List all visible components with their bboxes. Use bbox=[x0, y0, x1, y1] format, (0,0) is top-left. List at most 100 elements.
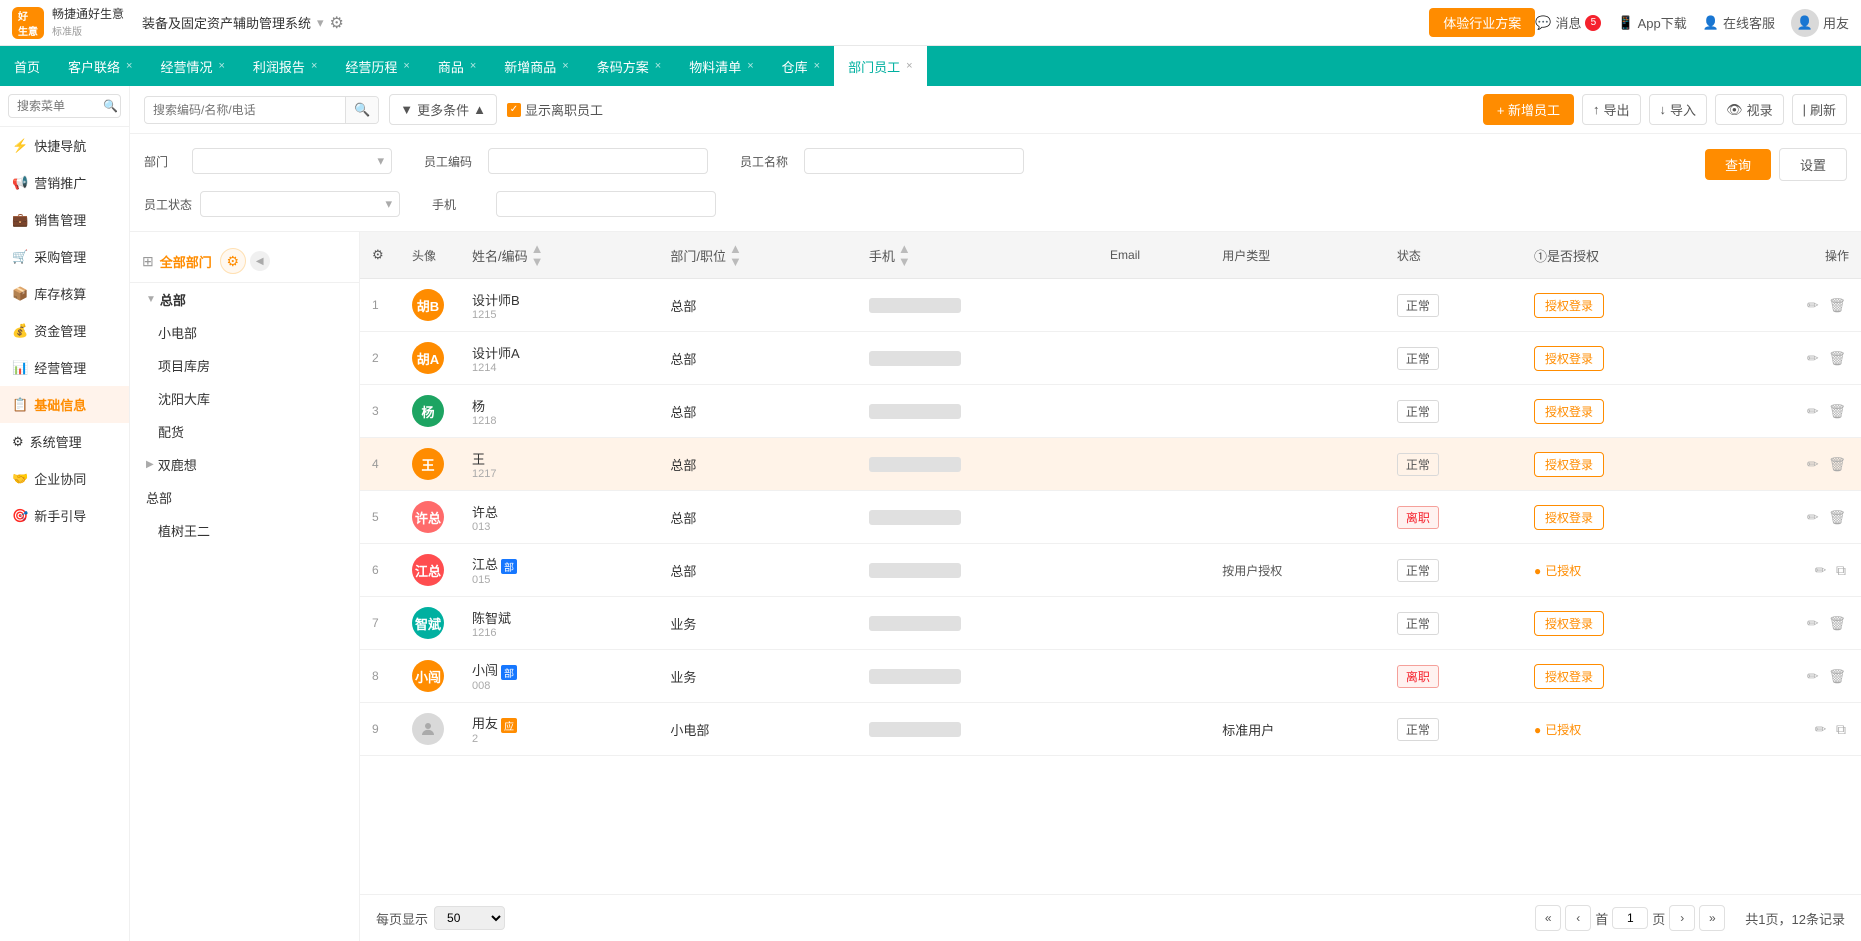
show-resign-checkbox[interactable]: ✓ bbox=[507, 103, 521, 117]
emp-status-filter-select[interactable] bbox=[200, 191, 400, 217]
edit-btn[interactable]: ✏ bbox=[1815, 562, 1827, 578]
search-input[interactable] bbox=[145, 98, 345, 122]
auth-btn[interactable]: 授权登录 bbox=[1534, 505, 1604, 530]
auth-btn[interactable]: 授权登录 bbox=[1534, 293, 1604, 318]
dept-tree-item-head[interactable]: ▼ 总部 bbox=[130, 283, 359, 316]
dept-settings-btn[interactable]: ⚙ bbox=[220, 248, 246, 274]
dept-tree-item-zhishu[interactable]: 植树王二 bbox=[130, 514, 359, 547]
dept-tree-item-xiaodian[interactable]: 小电部 bbox=[130, 316, 359, 349]
copy-btn[interactable]: ⧉ bbox=[1836, 562, 1846, 578]
emp-name-filter-input[interactable] bbox=[804, 148, 1024, 174]
tab-warehouse[interactable]: 仓库× bbox=[768, 46, 834, 86]
last-page-btn[interactable]: » bbox=[1699, 905, 1725, 931]
row3-phone: ██████████ bbox=[857, 385, 1098, 438]
dept-tree-item-project[interactable]: 项目库房 bbox=[130, 349, 359, 382]
view-btn[interactable]: 👁 视录 bbox=[1715, 94, 1784, 125]
auth-btn[interactable]: 授权登录 bbox=[1534, 399, 1604, 424]
row7-auth: 授权登录 bbox=[1522, 597, 1717, 650]
col-settings-icon[interactable]: ⚙ bbox=[372, 247, 384, 262]
gear-icon[interactable]: ⚙ bbox=[330, 13, 344, 33]
dropdown-arrow[interactable]: ▾ bbox=[317, 15, 324, 31]
sidebar-item-nav[interactable]: ⚡ 快捷导航 bbox=[0, 127, 129, 164]
sidebar-item-ops[interactable]: 📊 经营管理 bbox=[0, 349, 129, 386]
sidebar-item-guide[interactable]: 🎯 新手引导 bbox=[0, 497, 129, 534]
show-resign-toggle[interactable]: ✓ 显示离职员工 bbox=[507, 100, 603, 119]
sidebar-item-system[interactable]: ⚙ 系统管理 bbox=[0, 423, 129, 460]
current-page-input[interactable] bbox=[1612, 907, 1648, 929]
dept-filter-select[interactable] bbox=[192, 148, 392, 174]
first-page-btn[interactable]: « bbox=[1535, 905, 1561, 931]
query-btn[interactable]: 查询 bbox=[1705, 149, 1771, 180]
message-btn[interactable]: 💬 消息 5 bbox=[1535, 13, 1601, 32]
dept-collapse-btn[interactable]: ◀ bbox=[250, 251, 270, 271]
sidebar-item-finance[interactable]: 💰 资金管理 bbox=[0, 312, 129, 349]
app-download-btn[interactable]: 📱 App下载 bbox=[1617, 13, 1686, 32]
sidebar-item-purchase[interactable]: 🛒 采购管理 bbox=[0, 238, 129, 275]
sidebar-item-collab[interactable]: 🤝 企业协同 bbox=[0, 460, 129, 497]
sidebar-item-sales[interactable]: 💼 销售管理 bbox=[0, 201, 129, 238]
prev-page-btn[interactable]: ‹ bbox=[1565, 905, 1591, 931]
tab-add-goods[interactable]: 新增商品× bbox=[490, 46, 582, 86]
auth-btn[interactable]: 授权登录 bbox=[1534, 611, 1604, 636]
tab-home[interactable]: 首页 bbox=[0, 46, 54, 86]
dept-tree-item-shuanglu[interactable]: ▶ 双鹿想 bbox=[130, 448, 359, 481]
tab-barcode[interactable]: 条码方案× bbox=[583, 46, 675, 86]
tab-dept-staff[interactable]: 部门员工× bbox=[834, 46, 926, 86]
reset-btn[interactable]: 设置 bbox=[1779, 148, 1847, 181]
dept-tree-item-shenyang[interactable]: 沈阳大库 bbox=[130, 382, 359, 415]
delete-btn[interactable]: 🗑 bbox=[1828, 297, 1846, 313]
edit-btn[interactable]: ✏ bbox=[1807, 403, 1819, 419]
more-conditions-btn[interactable]: ▼ 更多条件 ▲ bbox=[389, 94, 497, 125]
edit-btn[interactable]: ✏ bbox=[1807, 509, 1819, 525]
sort-dept[interactable]: 部门/职位 ▲▼ bbox=[670, 242, 844, 268]
auth-btn[interactable]: 授权登录 bbox=[1534, 452, 1604, 477]
tab-customer[interactable]: 客户联络× bbox=[54, 46, 146, 86]
delete-btn[interactable]: 🗑 bbox=[1828, 509, 1846, 525]
tab-bom[interactable]: 物料清单× bbox=[675, 46, 767, 86]
delete-btn[interactable]: 🗑 bbox=[1828, 668, 1846, 684]
edit-btn[interactable]: ✏ bbox=[1807, 615, 1819, 631]
edit-btn[interactable]: ✏ bbox=[1807, 668, 1819, 684]
col-ops: 操作 bbox=[1717, 232, 1861, 279]
online-service-btn[interactable]: 👤 在线客服 bbox=[1703, 13, 1775, 32]
avatar: 许总 bbox=[412, 501, 444, 533]
try-btn[interactable]: 体验行业方案 bbox=[1429, 8, 1535, 37]
emp-code-filter-input[interactable] bbox=[488, 148, 708, 174]
import-btn[interactable]: ↓ 导入 bbox=[1649, 94, 1708, 125]
page-size-select[interactable]: 50 20 100 bbox=[434, 906, 505, 930]
edit-btn[interactable]: ✏ bbox=[1807, 456, 1819, 472]
auth-btn[interactable]: 授权登录 bbox=[1534, 664, 1604, 689]
total-info: 共1页，12条记录 bbox=[1745, 909, 1845, 928]
sidebar-item-marketing[interactable]: 📢 营销推广 bbox=[0, 164, 129, 201]
dept-tree-item-zongbu[interactable]: 总部 bbox=[130, 481, 359, 514]
table-row: 7 智斌 陈智斌 1216 业务 bbox=[360, 597, 1861, 650]
delete-btn[interactable]: 🗑 bbox=[1828, 403, 1846, 419]
phone-filter-input[interactable] bbox=[496, 191, 716, 217]
tab-operation[interactable]: 经营情况× bbox=[146, 46, 238, 86]
delete-btn[interactable]: 🗑 bbox=[1828, 350, 1846, 366]
export-btn[interactable]: ↑ 导出 bbox=[1582, 94, 1641, 125]
user-area[interactable]: 👤 用友 bbox=[1791, 9, 1849, 37]
delete-btn[interactable]: 🗑 bbox=[1828, 615, 1846, 631]
add-employee-btn[interactable]: + 新增员工 bbox=[1483, 94, 1574, 125]
search-submit-btn[interactable]: 🔍 bbox=[345, 97, 378, 123]
page-btns: « ‹ 首 页 › » bbox=[1535, 905, 1725, 931]
tab-goods[interactable]: 商品× bbox=[424, 46, 490, 86]
auth-btn[interactable]: 授权登录 bbox=[1534, 346, 1604, 371]
print-btn[interactable]: | 刷新 bbox=[1792, 94, 1847, 125]
table-row: 9 用友应 2 bbox=[360, 703, 1861, 756]
next-page-btn[interactable]: › bbox=[1669, 905, 1695, 931]
edit-btn[interactable]: ✏ bbox=[1807, 297, 1819, 313]
tab-profit[interactable]: 利润报告× bbox=[239, 46, 331, 86]
sort-name[interactable]: 姓名/编码 ▲▼ bbox=[472, 242, 646, 268]
edit-btn[interactable]: ✏ bbox=[1815, 721, 1827, 737]
tab-history[interactable]: 经营历程× bbox=[331, 46, 423, 86]
app-label: App下载 bbox=[1638, 13, 1687, 32]
sort-phone[interactable]: 手机 ▲▼ bbox=[869, 242, 1086, 268]
dept-tree-item-peihuo[interactable]: 配货 bbox=[130, 415, 359, 448]
sidebar-item-basic[interactable]: 📋 基础信息 bbox=[0, 386, 129, 423]
delete-btn[interactable]: 🗑 bbox=[1828, 456, 1846, 472]
sidebar-item-inventory[interactable]: 📦 库存核算 bbox=[0, 275, 129, 312]
edit-btn[interactable]: ✏ bbox=[1807, 350, 1819, 366]
copy-btn[interactable]: ⧉ bbox=[1836, 721, 1846, 737]
